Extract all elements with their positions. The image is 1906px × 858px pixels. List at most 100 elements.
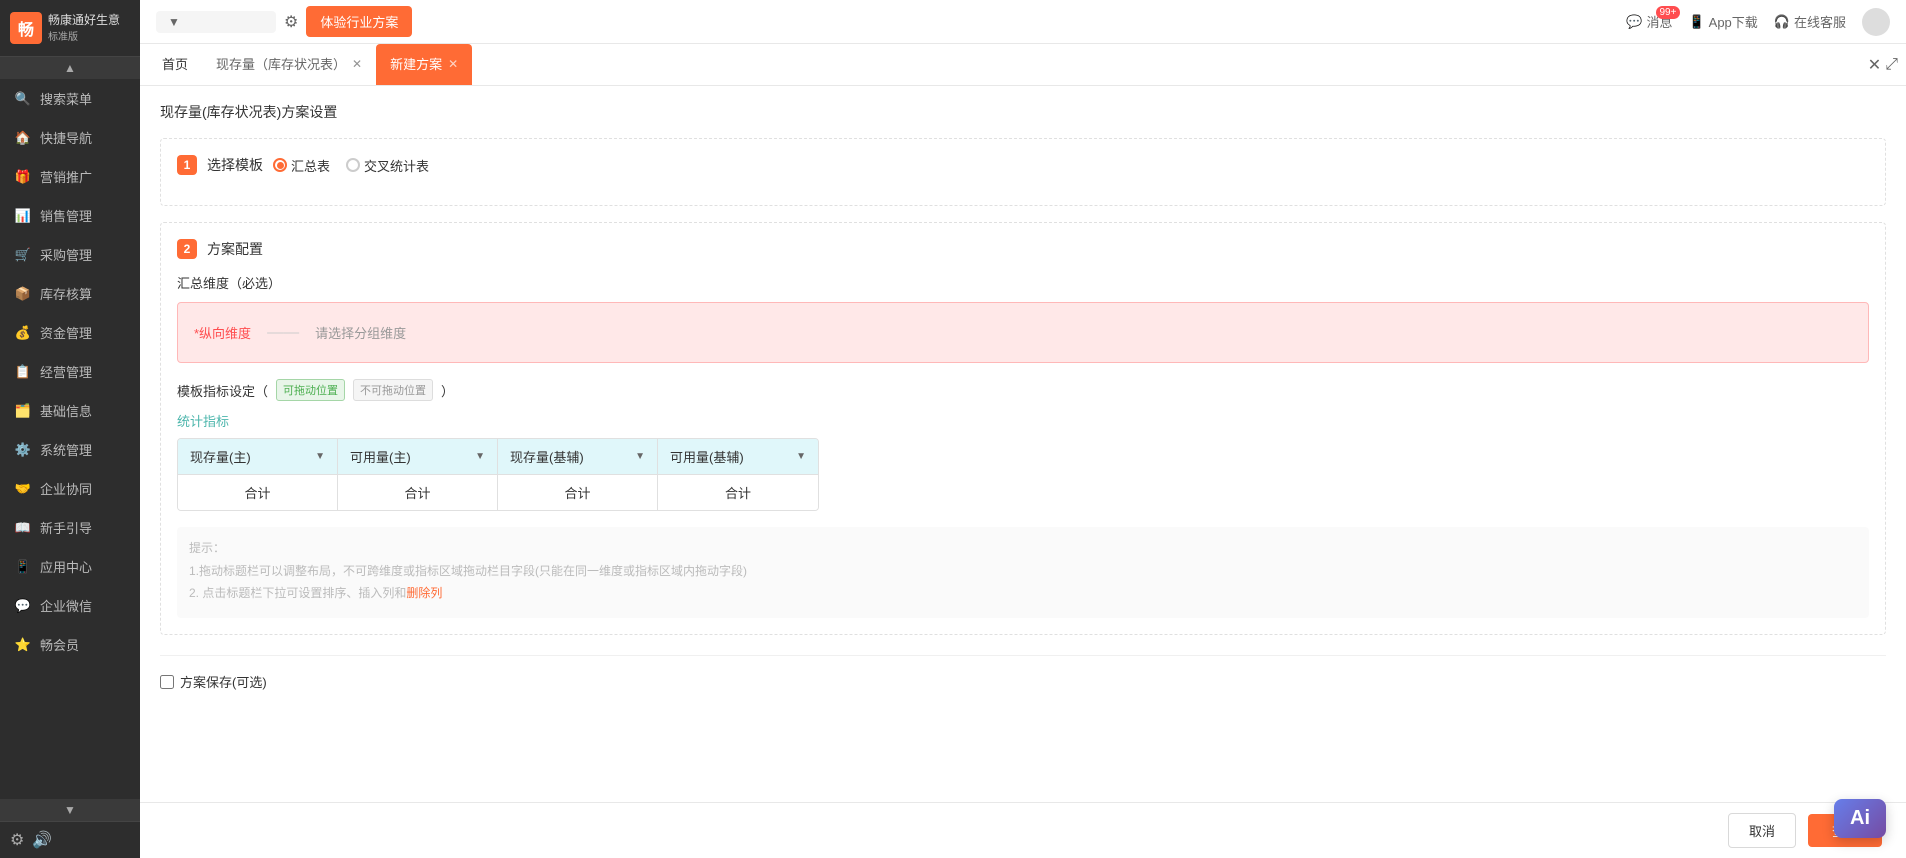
- section2-title: 方案配置: [207, 239, 263, 259]
- stats-section-label: 统计指标: [177, 411, 1869, 430]
- sidebar-item-membership[interactable]: ⭐ 畅会员: [0, 625, 140, 664]
- message-icon: 💬: [1626, 14, 1642, 30]
- message-badge: 99+: [1656, 6, 1681, 19]
- stats-table: 现存量(主) ▼ 可用量(主) ▼ 现存量(基辅: [177, 438, 819, 511]
- content-area: 现存量(库存状况表)方案设置 1 选择模板 汇总表 交叉统计表: [140, 86, 1906, 802]
- tab-new-scheme-close[interactable]: ✕: [448, 57, 458, 71]
- avatar[interactable]: [1862, 8, 1890, 36]
- stats-header-cell-2[interactable]: 现存量(基辅) ▼: [498, 439, 657, 475]
- dimension-divider: ——: [267, 324, 299, 342]
- gear-icon: ⚙️: [14, 441, 32, 459]
- stats-body-cell-3: 合计: [658, 475, 818, 510]
- cart-icon: 🛒: [14, 246, 32, 264]
- stats-table-body: 合计 合计 合计 合计: [178, 475, 818, 510]
- star-icon: ⭐: [14, 636, 32, 654]
- sidebar-item-cooperation[interactable]: 🤝 企业协同: [0, 469, 140, 508]
- radio-summary-circle: [273, 158, 287, 172]
- sidebar-item-inventory[interactable]: 📦 库存核算: [0, 274, 140, 313]
- sidebar-item-basic-info[interactable]: 🗂️ 基础信息: [0, 391, 140, 430]
- industry-button[interactable]: 体验行业方案: [306, 6, 412, 37]
- close-button[interactable]: ✕: [1868, 55, 1881, 75]
- headset-icon: 🎧: [1774, 14, 1790, 30]
- section1-num: 1: [177, 155, 197, 175]
- message-action[interactable]: 💬 消息 99+: [1626, 12, 1672, 31]
- radio-cross[interactable]: 交叉统计表: [346, 156, 429, 175]
- dimension-placeholder: 请选择分组维度: [315, 323, 406, 342]
- sidebar-item-sales[interactable]: 📊 销售管理: [0, 196, 140, 235]
- money-icon: 💰: [14, 324, 32, 342]
- section-choose-template: 1 选择模板 汇总表 交叉统计表: [160, 138, 1886, 206]
- indicator-settings: 模板指标设定（ 可拖动位置 不可拖动位置 ） 统计指标 现存量(主) ▼: [177, 379, 1869, 511]
- chevron-down-icon-2: ▼: [635, 451, 645, 462]
- tab-inventory-close[interactable]: ✕: [352, 57, 362, 71]
- radio-summary[interactable]: 汇总表: [273, 156, 330, 175]
- logo-icon: 畅: [10, 12, 42, 44]
- ai-badge[interactable]: Ai: [1834, 799, 1886, 838]
- home-icon: 🏠: [14, 129, 32, 147]
- sidebar-item-operations[interactable]: 📋 经营管理: [0, 352, 140, 391]
- cancel-button[interactable]: 取消: [1728, 813, 1796, 848]
- sidebar: 畅 畅康通好生意 标准版 ▲ 🔍 搜索菜单 🏠 快捷导航 🎁 营销推广 📊 销售…: [0, 0, 140, 858]
- settings-icon[interactable]: ⚙: [10, 830, 24, 850]
- audio-icon[interactable]: 🔊: [32, 830, 52, 850]
- stats-header-cell-1[interactable]: 可用量(主) ▼: [338, 439, 497, 475]
- folder-icon: 🗂️: [14, 402, 32, 420]
- tab-home[interactable]: 首页: [148, 44, 202, 85]
- main-area: ▼ ⚙ 体验行业方案 💬 消息 99+ 📱 App下载 🎧 在线客服 首页: [140, 0, 1906, 858]
- sidebar-item-enterprise-wechat[interactable]: 💬 企业微信: [0, 586, 140, 625]
- dimension-box[interactable]: *纵向维度 —— 请选择分组维度: [177, 302, 1869, 363]
- tip-highlight: 删除列: [406, 586, 442, 600]
- app-download-action[interactable]: 📱 App下载: [1688, 12, 1757, 31]
- stats-col-0: 现存量(主) ▼: [178, 439, 338, 475]
- chart-icon: 📊: [14, 207, 32, 225]
- tips-section: 提示： 1.拖动标题栏可以调整布局，不可跨维度或指标区域拖动栏目字段(只能在同一…: [177, 527, 1869, 618]
- indicator-settings-label: 模板指标设定（ 可拖动位置 不可拖动位置 ）: [177, 379, 1869, 401]
- section2-num: 2: [177, 239, 197, 259]
- tab-bar: 首页 现存量（库存状况表） ✕ 新建方案 ✕ ✕ ⤢: [140, 44, 1906, 86]
- stats-header-cell-0[interactable]: 现存量(主) ▼: [178, 439, 337, 475]
- section-scheme-config: 2 方案配置 汇总维度（必选） *纵向维度 —— 请选择分组维度 模板指标设定（…: [160, 222, 1886, 635]
- template-radio-group: 汇总表 交叉统计表: [273, 156, 429, 175]
- sidebar-search[interactable]: 🔍 搜索菜单: [0, 79, 140, 118]
- section2-header: 2 方案配置: [177, 239, 1869, 259]
- sidebar-bottom: ⚙ 🔊: [0, 821, 140, 858]
- header-gear-button[interactable]: ⚙: [284, 12, 298, 32]
- draggable-badge: 可拖动位置: [276, 379, 345, 401]
- sidebar-scroll-up[interactable]: ▲: [0, 57, 140, 79]
- header-right: 💬 消息 99+ 📱 App下载 🎧 在线客服: [1626, 8, 1890, 36]
- stats-header-cell-3[interactable]: 可用量(基辅) ▼: [658, 439, 818, 475]
- sidebar-item-new-guide[interactable]: 📖 新手引导: [0, 508, 140, 547]
- online-service-action[interactable]: 🎧 在线客服: [1774, 12, 1846, 31]
- expand-button[interactable]: ⤢: [1885, 55, 1898, 75]
- window-controls: ✕ ⤢: [1860, 49, 1906, 81]
- tab-new-scheme[interactable]: 新建方案 ✕: [376, 44, 472, 85]
- sidebar-scroll-down[interactable]: ▼: [0, 799, 140, 821]
- sidebar-item-quick-nav[interactable]: 🏠 快捷导航: [0, 118, 140, 157]
- tab-inventory-status[interactable]: 现存量（库存状况表） ✕: [202, 44, 376, 85]
- box-icon: 📦: [14, 285, 32, 303]
- sidebar-item-purchase[interactable]: 🛒 采购管理: [0, 235, 140, 274]
- stats-col-2: 现存量(基辅) ▼: [498, 439, 658, 475]
- stats-body-cell-2: 合计: [498, 475, 657, 510]
- dimension-label: 汇总维度（必选）: [177, 273, 1869, 292]
- tip-item-0: 1.拖动标题栏可以调整布局，不可跨维度或指标区域拖动栏目字段(只能在同一维度或指…: [189, 562, 1857, 580]
- header-dropdown-button[interactable]: ▼: [168, 15, 180, 29]
- save-option: 方案保存(可选): [160, 655, 1886, 691]
- header-input-area[interactable]: ▼: [156, 11, 276, 33]
- clipboard-icon: 📋: [14, 363, 32, 381]
- save-checkbox[interactable]: [160, 675, 174, 689]
- header-left: ▼ ⚙ 体验行业方案: [156, 6, 1614, 37]
- search-icon: 🔍: [14, 90, 32, 108]
- stats-body-cell-1: 合计: [338, 475, 497, 510]
- sidebar-item-system[interactable]: ⚙️ 系统管理: [0, 430, 140, 469]
- stats-body-cell-0: 合计: [178, 475, 337, 510]
- sidebar-item-app-center[interactable]: 📱 应用中心: [0, 547, 140, 586]
- sidebar-item-marketing[interactable]: 🎁 营销推广: [0, 157, 140, 196]
- tip-item-1: 2. 点击标题栏下拉可设置排序、插入列和删除列: [189, 584, 1857, 602]
- sidebar-item-finance[interactable]: 💰 资金管理: [0, 313, 140, 352]
- save-label: 方案保存(可选): [180, 672, 267, 691]
- bottom-bar: 取消 查询: [140, 802, 1906, 858]
- app-download-icon: 📱: [1688, 14, 1704, 30]
- stats-table-header: 现存量(主) ▼ 可用量(主) ▼ 现存量(基辅: [178, 439, 818, 475]
- top-header: ▼ ⚙ 体验行业方案 💬 消息 99+ 📱 App下载 🎧 在线客服: [140, 0, 1906, 44]
